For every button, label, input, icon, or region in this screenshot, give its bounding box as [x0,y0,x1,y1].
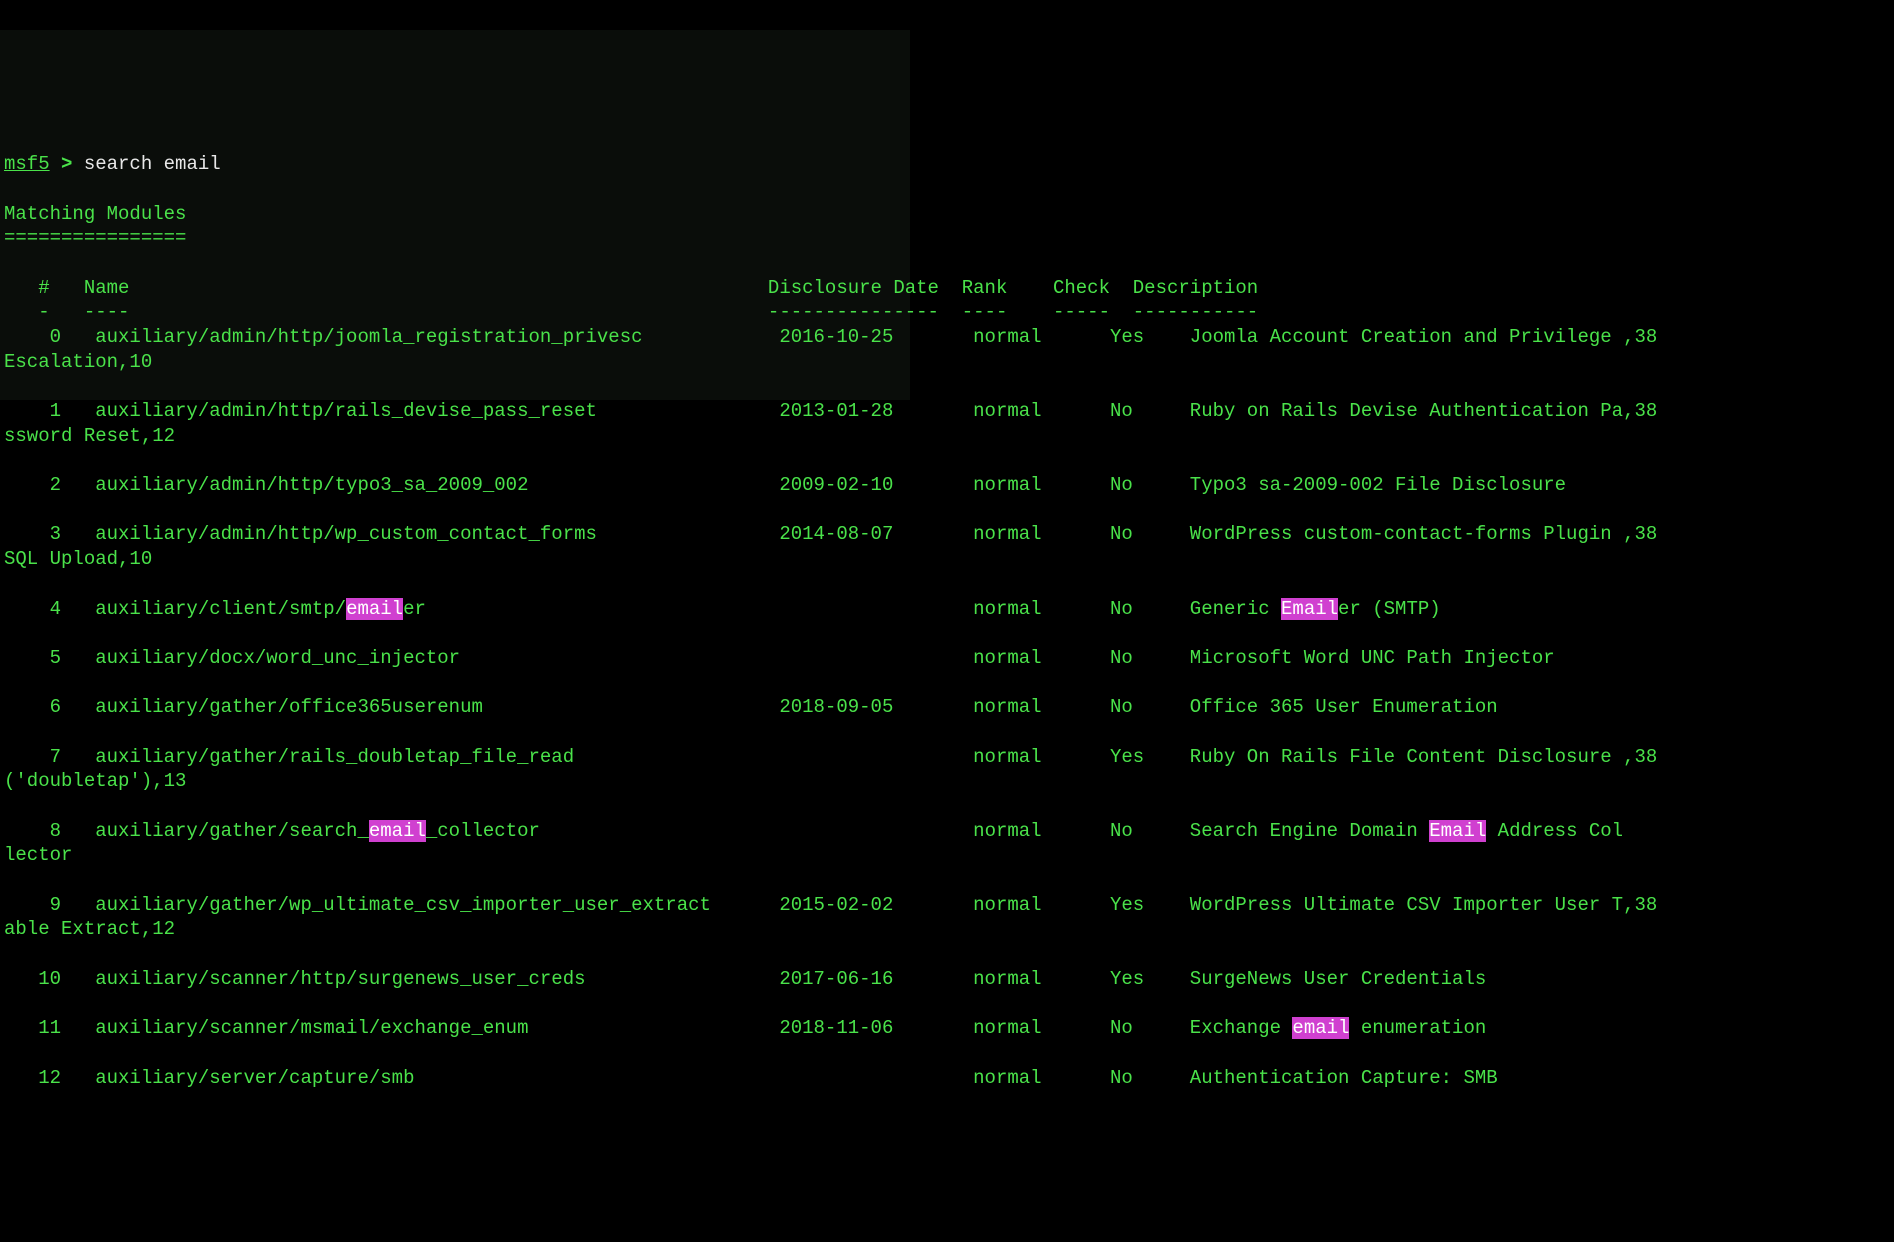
module-row: 7 auxiliary/gather/rails_doubletap_file_… [4,745,1890,794]
module-row: 0 auxiliary/admin/http/joomla_registrati… [4,325,1890,374]
table-separator: - ---- --------------- ---- ----- ------… [4,301,1258,323]
module-row: 2 auxiliary/admin/http/typo3_sa_2009_002… [4,473,1890,498]
module-row: 8 auxiliary/gather/search_email_collecto… [4,819,1890,868]
prompt-line: msf5 > search email [4,152,1890,177]
prompt-prefix: msf5 [4,153,50,175]
module-row: 11 auxiliary/scanner/msmail/exchange_enu… [4,1016,1890,1041]
module-row: 3 auxiliary/admin/http/wp_custom_contact… [4,522,1890,571]
module-row: 5 auxiliary/docx/word_unc_injector norma… [4,646,1890,671]
prompt-separator: > [61,153,72,175]
module-row: 10 auxiliary/scanner/http/surgenews_user… [4,967,1890,992]
module-row: 4 auxiliary/client/smtp/emailer normal N… [4,597,1890,622]
section-separator: ================ [4,227,186,249]
module-row: 12 auxiliary/server/capture/smb normal N… [4,1066,1890,1091]
section-header: Matching Modules [4,203,186,225]
module-row: 6 auxiliary/gather/office365userenum 201… [4,695,1890,720]
terminal-output[interactable]: msf5 > search email Matching Modules ===… [4,152,1890,1115]
module-row: 1 auxiliary/admin/http/rails_devise_pass… [4,399,1890,448]
table-header: # Name Disclosure Date Rank Check Descri… [4,277,1258,299]
module-row: 9 auxiliary/gather/wp_ultimate_csv_impor… [4,893,1890,942]
command-text: search email [84,153,221,175]
